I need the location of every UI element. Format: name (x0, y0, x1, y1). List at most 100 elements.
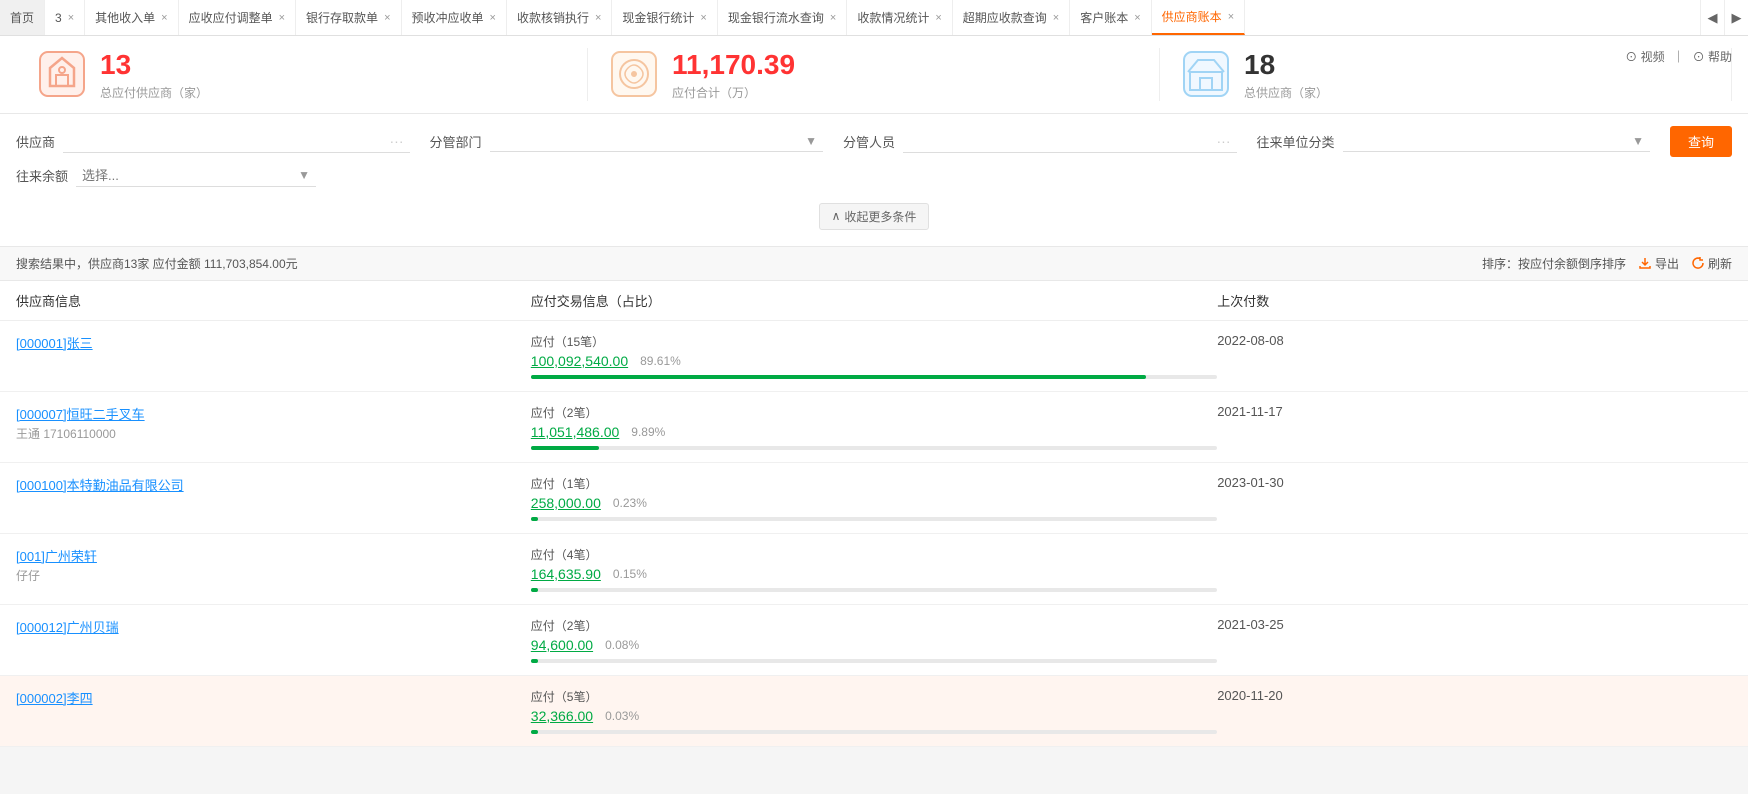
person-label: 分管人员 (843, 132, 895, 151)
nav-prev-arrow[interactable]: ◀ (1700, 0, 1724, 35)
pct-fill (531, 517, 538, 521)
tx-row: 100,092,540.00 89.61% (531, 353, 1217, 369)
collapse-icon: ∧ (832, 209, 841, 223)
table-body: [000001]张三 应付（15笔） 100,092,540.00 89.61%… (0, 321, 1748, 747)
close-icon[interactable]: × (68, 12, 74, 24)
person-dots-icon[interactable]: ··· (1217, 133, 1231, 149)
close-icon[interactable]: × (1228, 11, 1234, 23)
help-link[interactable]: ⊙ 帮助 (1693, 48, 1732, 65)
tx-amount-link[interactable]: 164,635.90 (531, 566, 601, 582)
supplier-input[interactable] (69, 133, 389, 148)
video-link[interactable]: ⊙ 视频 (1625, 48, 1664, 65)
supplier-name-link[interactable]: [001]广州荣轩 (16, 546, 531, 565)
close-icon[interactable]: × (830, 12, 836, 24)
stat-label-payable-suppliers: 总应付供应商（家） (100, 84, 208, 101)
close-icon[interactable]: × (279, 12, 285, 24)
unit-type-label: 往来单位分类 (1257, 132, 1335, 151)
supplier-name-link[interactable]: [000100]本特勤油品有限公司 (16, 475, 531, 494)
supplier-name-link[interactable]: [000001]张三 (16, 333, 531, 352)
nav-customer-account[interactable]: 客户账本 × (1070, 0, 1151, 35)
transaction-cell: 应付（2笔） 11,051,486.00 9.89% (531, 404, 1217, 450)
dept-input-wrap[interactable]: ▼ (490, 130, 823, 152)
stat-help-links: ⊙ 视频 ｜ ⊙ 帮助 (1625, 48, 1732, 65)
nav-cash-bank-flow[interactable]: 现金银行流水查询 × (718, 0, 847, 35)
transaction-info: 应付（15笔） 100,092,540.00 89.61% (531, 333, 1217, 379)
nav-supplier-account[interactable]: 供应商账本 × (1152, 0, 1245, 35)
dept-chevron-icon[interactable]: ▼ (805, 134, 817, 148)
sort-button[interactable]: 排序：按应付余额倒序排序 (1482, 255, 1626, 272)
unit-type-input[interactable] (1349, 133, 1629, 148)
tx-amount-link[interactable]: 258,000.00 (531, 495, 601, 511)
unit-type-input-wrap[interactable]: ▼ (1343, 130, 1650, 152)
result-bar: 搜索结果中，供应商13家 应付金额 111,703,854.00元 排序：按应付… (0, 247, 1748, 281)
nav-overdue[interactable]: 超期应收款查询 × (953, 0, 1070, 35)
stat-card-payable-suppliers: 13 总应付供应商（家） (16, 48, 588, 101)
balance-label: 往来余额 (16, 166, 68, 185)
nav-next-arrow[interactable]: ▶ (1724, 0, 1748, 35)
tx-pct: 0.15% (613, 567, 647, 581)
transaction-info: 应付（2笔） 94,600.00 0.08% (531, 617, 1217, 663)
last-pay-date: 2021-03-25 (1217, 617, 1284, 632)
close-icon[interactable]: × (935, 12, 941, 24)
nav-home[interactable]: 首页 (0, 0, 45, 35)
nav-collection-stat[interactable]: 收款情况统计 × (847, 0, 952, 35)
supplier-dots-icon[interactable]: ··· (390, 133, 404, 149)
table-row: [000012]广州贝瑞 应付（2笔） 94,600.00 0.08% 2021… (0, 605, 1748, 676)
last-pay-date: 2021-11-17 (1217, 404, 1283, 419)
close-icon[interactable]: × (490, 12, 496, 24)
supplier-sub-info: 王通 17106110000 (16, 425, 531, 442)
supplier-cell: [000001]张三 (16, 333, 531, 352)
filter-supplier: 供应商 ··· (16, 130, 410, 153)
nav-prepay[interactable]: 预收冲应收单 × (402, 0, 507, 35)
close-icon[interactable]: × (1134, 12, 1140, 24)
close-icon[interactable]: × (700, 12, 706, 24)
refresh-button[interactable]: 刷新 (1691, 255, 1732, 272)
tx-amount-link[interactable]: 32,366.00 (531, 708, 593, 724)
tx-label: 应付（5笔） (531, 688, 1217, 705)
nav-tab-1[interactable]: 3 × (45, 0, 85, 35)
export-button[interactable]: 导出 (1638, 255, 1679, 272)
table-row: [000001]张三 应付（15笔） 100,092,540.00 89.61%… (0, 321, 1748, 392)
table-row: [000007]恒旺二手叉车 王通 17106110000 应付（2笔） 11,… (0, 392, 1748, 463)
pct-fill (531, 588, 538, 592)
tx-amount-link[interactable]: 100,092,540.00 (531, 353, 628, 369)
table-row: [000002]李四 应付（5笔） 32,366.00 0.03% 2020-1… (0, 676, 1748, 747)
supplier-cell: [000007]恒旺二手叉车 王通 17106110000 (16, 404, 531, 442)
nav-cash-bank-stat[interactable]: 现金银行统计 × (612, 0, 717, 35)
person-input-wrap[interactable]: ··· (903, 130, 1236, 153)
nav-collection-exec[interactable]: 收款核销执行 × (507, 0, 612, 35)
supplier-name-link[interactable]: [000007]恒旺二手叉车 (16, 404, 531, 423)
supplier-name-link[interactable]: [000012]广州贝瑞 (16, 617, 531, 636)
filter-collapse-wrap: ∧ 收起更多条件 (16, 195, 1732, 234)
stat-label-total-suppliers: 总供应商（家） (1244, 84, 1328, 101)
unit-type-chevron-icon[interactable]: ▼ (1632, 134, 1644, 148)
tx-amount-link[interactable]: 11,051,486.00 (531, 424, 620, 440)
transaction-cell: 应付（4笔） 164,635.90 0.15% (531, 546, 1217, 592)
last-pay-date: 2022-08-08 (1217, 333, 1284, 348)
close-icon[interactable]: × (595, 12, 601, 24)
tx-label: 应付（1笔） (531, 475, 1217, 492)
lastpay-cell: 2023-01-30 (1217, 475, 1560, 490)
close-icon[interactable]: × (161, 12, 167, 24)
balance-chevron-icon[interactable]: ▼ (298, 168, 310, 182)
supplier-name-link[interactable]: [000002]李四 (16, 688, 531, 707)
nav-other-income[interactable]: 其他收入单 × (85, 0, 178, 35)
lastpay-cell: 2022-08-08 (1217, 333, 1560, 348)
supplier-input-wrap[interactable]: ··· (63, 130, 409, 153)
pct-bar (531, 730, 1217, 734)
search-button[interactable]: 查询 (1670, 126, 1732, 157)
person-input[interactable] (909, 133, 1216, 148)
collapse-label: 收起更多条件 (844, 208, 916, 225)
balance-input[interactable] (82, 168, 294, 183)
nav-bank-deposit[interactable]: 银行存取款单 × (296, 0, 401, 35)
close-icon[interactable]: × (384, 12, 390, 24)
tx-row: 164,635.90 0.15% (531, 566, 1217, 582)
nav-receivable-adjust[interactable]: 应收应付调整单 × (179, 0, 296, 35)
balance-input-wrap[interactable]: ▼ (76, 165, 316, 187)
tx-amount-link[interactable]: 94,600.00 (531, 637, 593, 653)
collapse-button[interactable]: ∧ 收起更多条件 (819, 203, 930, 230)
tx-label: 应付（2笔） (531, 404, 1217, 421)
close-icon[interactable]: × (1053, 12, 1059, 24)
col-header-lastpay: 上次付数 (1217, 291, 1560, 310)
dept-input[interactable] (496, 133, 802, 148)
